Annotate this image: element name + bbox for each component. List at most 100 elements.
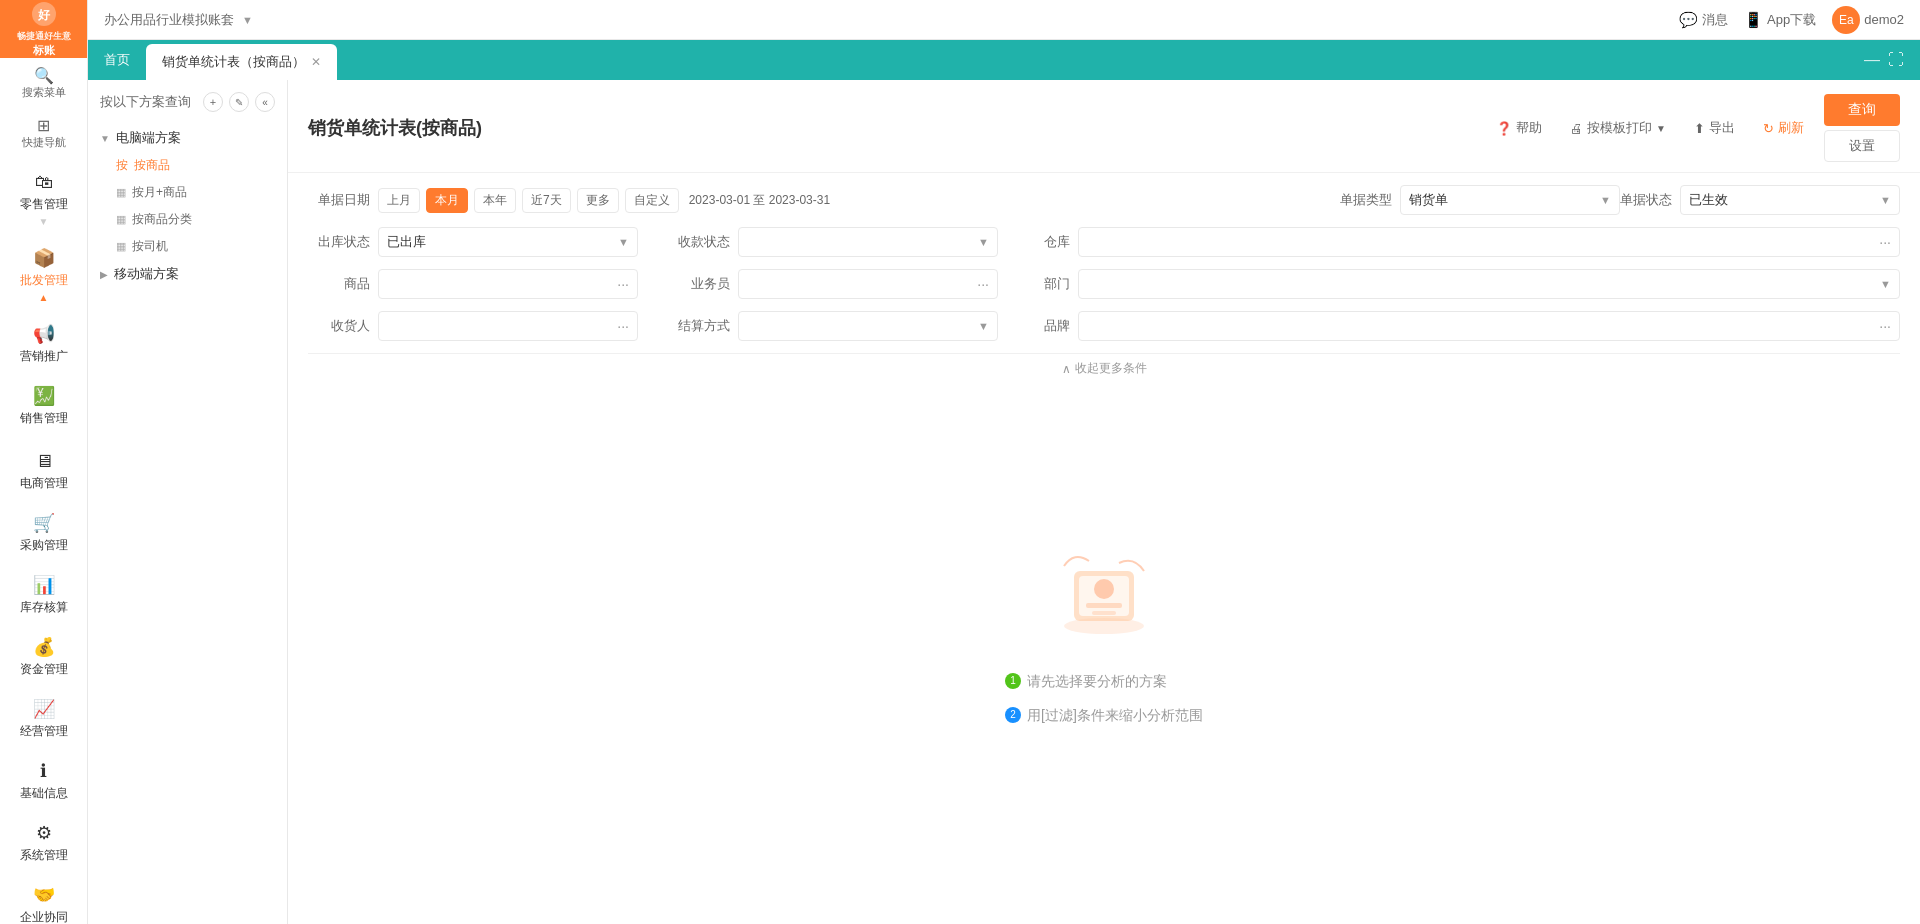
- date-btn-last-7days[interactable]: 近7天: [522, 188, 571, 213]
- sidebar-item-ecommerce[interactable]: 🖥 电商管理: [0, 441, 87, 502]
- tab-close-icon[interactable]: ✕: [311, 55, 321, 69]
- receiver-filter[interactable]: ···: [378, 311, 638, 341]
- warehouse-dots-icon[interactable]: ···: [1879, 234, 1891, 250]
- top-header: 办公用品行业模拟账套 ▼ 💬 消息 📱 App下载 Ea demo2: [88, 0, 1920, 40]
- tree-item-by-goods[interactable]: 按 按商品: [116, 152, 287, 179]
- goods-label: 商品: [308, 275, 378, 293]
- tree-item-by-category[interactable]: ▦ 按商品分类: [116, 206, 287, 233]
- date-btn-this-month[interactable]: 本月: [426, 188, 468, 213]
- add-scheme-btn[interactable]: +: [203, 92, 223, 112]
- empty-text: 1 请先选择要分析的方案 2 用[过滤]条件来缩小分析范围: [1005, 667, 1203, 729]
- sidebar-item-sales[interactable]: 💹 销售管理: [0, 375, 87, 437]
- type-label: 单据类型: [1340, 191, 1400, 209]
- settings-button[interactable]: 设置: [1824, 130, 1900, 162]
- sidebar-item-ops[interactable]: 📈 经营管理: [0, 688, 87, 750]
- settle-label: 结算方式: [678, 317, 738, 335]
- left-panel-header: 按以下方案查询 + ✎ «: [88, 92, 287, 120]
- date-btn-custom[interactable]: 自定义: [625, 188, 679, 213]
- sidebar-item-inventory[interactable]: 📊 库存核算: [0, 564, 87, 626]
- refresh-btn[interactable]: ↻ 刷新: [1755, 115, 1812, 141]
- active-tab-label: 销货单统计表（按商品）: [162, 53, 305, 71]
- svg-rect-6: [1086, 603, 1122, 608]
- staff-filter[interactable]: ···: [738, 269, 998, 299]
- ecommerce-label: 电商管理: [20, 475, 68, 492]
- filter-row-2: 出库状态 已出库 ▼ 收款状态 ▼ 仓库 ···: [308, 227, 1900, 257]
- sidebar-item-marketing[interactable]: 📢 营销推广: [0, 313, 87, 375]
- settle-filter[interactable]: ▼: [738, 311, 998, 341]
- app-logo-sub: 标账: [33, 43, 55, 58]
- tree-item-by-month-goods[interactable]: ▦ 按月+商品: [116, 179, 287, 206]
- message-btn[interactable]: 💬 消息: [1679, 11, 1728, 29]
- dept-dropdown-icon: ▼: [1880, 278, 1891, 290]
- sidebar-item-basic[interactable]: ℹ 基础信息: [0, 750, 87, 812]
- empty-state: 1 请先选择要分析的方案 2 用[过滤]条件来缩小分析范围: [288, 395, 1920, 924]
- stock-value: 已出库: [387, 233, 426, 251]
- collapse-panel-btn[interactable]: «: [255, 92, 275, 112]
- system-label: 系统管理: [20, 847, 68, 864]
- stock-filter[interactable]: 已出库 ▼: [378, 227, 638, 257]
- tree-mobile-label: 移动端方案: [114, 265, 179, 283]
- sales-icon: 💹: [33, 385, 55, 407]
- tree-pc-section[interactable]: ▼ 电脑端方案: [88, 124, 287, 152]
- step2-text: 用[过滤]条件来缩小分析范围: [1027, 701, 1203, 729]
- brand-label: 品牌: [1038, 317, 1078, 335]
- query-button[interactable]: 查询: [1824, 94, 1900, 126]
- export-btn[interactable]: ⬆ 导出: [1686, 115, 1743, 141]
- print-btn[interactable]: 🖨 按模板打印 ▼: [1562, 115, 1674, 141]
- query-action-group: 查询 设置: [1824, 94, 1900, 162]
- staff-dots-icon[interactable]: ···: [977, 276, 989, 292]
- sidebar-item-retail[interactable]: 🛍 零售管理 ▼: [0, 162, 87, 237]
- date-range-display: 2023-03-01 至 2023-03-31: [689, 192, 830, 209]
- svg-rect-7: [1092, 611, 1116, 615]
- date-btn-more[interactable]: 更多: [577, 188, 619, 213]
- brand-dots-icon[interactable]: ···: [1879, 318, 1891, 334]
- help-btn[interactable]: ❓ 帮助: [1488, 115, 1550, 141]
- tab-minimize-icon[interactable]: —: [1864, 51, 1880, 69]
- tab-sales-stats[interactable]: 销货单统计表（按商品） ✕: [146, 44, 337, 80]
- print-label: 按模板打印: [1587, 119, 1652, 137]
- dept-filter[interactable]: ▼: [1078, 269, 1900, 299]
- sidebar-search[interactable]: 🔍 搜索菜单: [0, 58, 87, 108]
- empty-illustration: [1044, 531, 1164, 651]
- sidebar-item-system[interactable]: ⚙ 系统管理: [0, 812, 87, 874]
- date-btn-this-year[interactable]: 本年: [474, 188, 516, 213]
- goods-filter[interactable]: ···: [378, 269, 638, 299]
- tree-mobile-section[interactable]: ▶ 移动端方案: [88, 260, 287, 288]
- user-menu[interactable]: Ea demo2: [1832, 6, 1904, 34]
- help-icon: ❓: [1496, 121, 1512, 136]
- sidebar-item-finance[interactable]: 💰 资金管理: [0, 626, 87, 688]
- tab-maximize-icon[interactable]: ⛶: [1888, 51, 1904, 69]
- svg-point-5: [1094, 579, 1114, 599]
- date-filter-control: 上月 本月 本年 近7天 更多 自定义 2023-03-01 至 2023-03…: [378, 188, 1340, 213]
- app-download-btn[interactable]: 📱 App下载: [1744, 11, 1816, 29]
- sidebar-item-wholesale[interactable]: 📦 批发管理 ▲: [0, 237, 87, 313]
- date-btn-last-month[interactable]: 上月: [378, 188, 420, 213]
- sidebar-item-purchase[interactable]: 🛒 采购管理: [0, 502, 87, 564]
- goods-dots-icon[interactable]: ···: [617, 276, 629, 292]
- step1-text: 请先选择要分析的方案: [1027, 667, 1167, 695]
- inventory-label: 库存核算: [20, 599, 68, 616]
- brand-filter[interactable]: ···: [1078, 311, 1900, 341]
- type-value: 销货单: [1409, 191, 1448, 209]
- tree-item-by-driver[interactable]: ▦ 按司机: [116, 233, 287, 260]
- industry-name: 办公用品行业模拟账套: [104, 11, 234, 29]
- print-dropdown-icon: ▼: [1656, 123, 1666, 134]
- receiver-dots-icon[interactable]: ···: [617, 318, 629, 334]
- tab-home[interactable]: 首页: [88, 40, 146, 80]
- receipt-filter[interactable]: ▼: [738, 227, 998, 257]
- warehouse-filter[interactable]: ···: [1078, 227, 1900, 257]
- driver-icon: ▦: [116, 240, 126, 253]
- by-driver-label: 按司机: [132, 238, 168, 255]
- type-filter[interactable]: 销货单 ▼: [1400, 185, 1620, 215]
- collapse-bar[interactable]: ∧ 收起更多条件: [308, 353, 1900, 383]
- status-filter[interactable]: 已生效 ▼: [1680, 185, 1900, 215]
- ops-icon: 📈: [33, 698, 55, 720]
- tree-mobile-expand-icon: ▶: [100, 269, 108, 280]
- export-icon: ⬆: [1694, 121, 1705, 136]
- sidebar-quick-nav[interactable]: ⊞ 快捷导航: [0, 108, 87, 158]
- page-title: 销货单统计表(按商品): [308, 116, 482, 140]
- refresh-icon: ↻: [1763, 121, 1774, 136]
- sidebar-item-enterprise[interactable]: 🤝 企业协同: [0, 874, 87, 924]
- chevron-down-icon[interactable]: ▼: [242, 14, 253, 26]
- edit-scheme-btn[interactable]: ✎: [229, 92, 249, 112]
